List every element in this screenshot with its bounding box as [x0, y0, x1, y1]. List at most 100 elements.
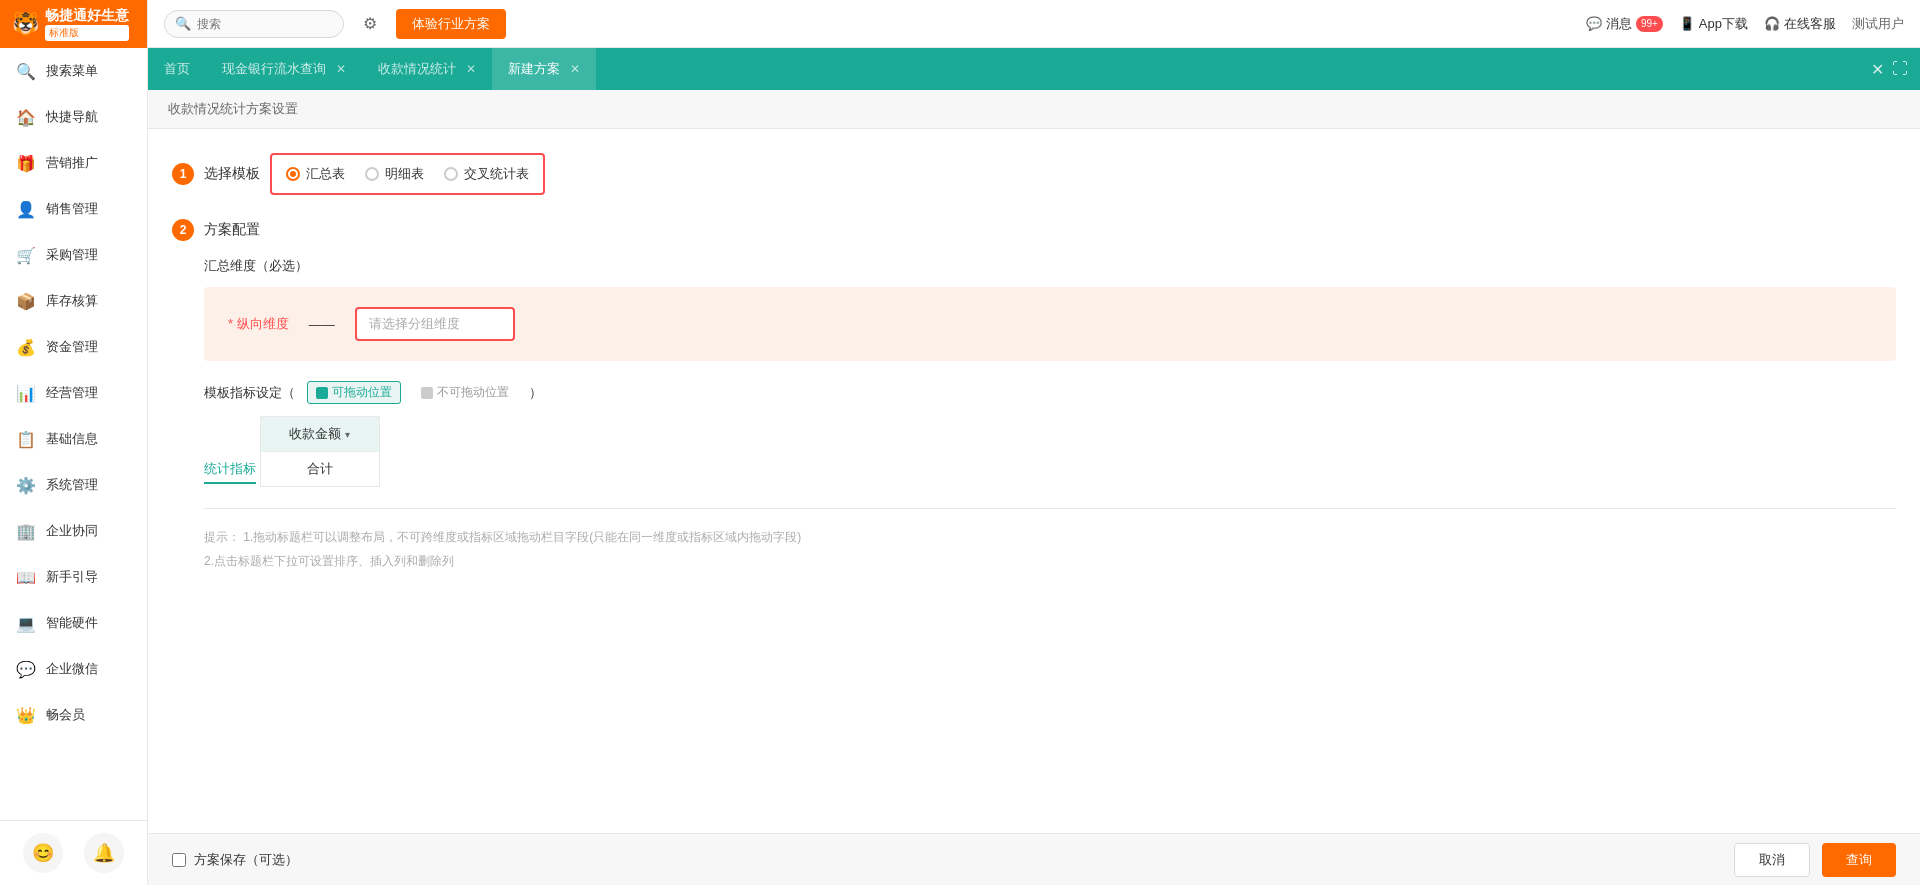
sidebar-logo: 🐯 畅捷通好生意 标准版	[0, 0, 147, 48]
dimension-select[interactable]: 请选择分组维度	[355, 307, 515, 341]
message-btn[interactable]: 💬 消息 99+	[1586, 15, 1663, 33]
sidebar-item-enterprise[interactable]: 🏢 企业协同	[0, 508, 147, 554]
step2-title: 方案配置	[204, 221, 260, 239]
username-label: 测试用户	[1852, 15, 1904, 33]
divider	[204, 508, 1896, 509]
search-input[interactable]	[197, 17, 327, 31]
money-icon: 💰	[16, 337, 36, 357]
content-area: 1 选择模板 汇总表 明细表 交叉统计表	[148, 129, 1920, 872]
main-content: 收款情况统计方案设置 1 选择模板 汇总表 明细表	[148, 90, 1920, 885]
sidebar-item-member[interactable]: 👑 畅会员	[0, 692, 147, 738]
save-checkbox[interactable]	[172, 853, 186, 867]
dimension-area: * 纵向维度 —— 请选择分组维度	[204, 287, 1896, 361]
gear-icon: ⚙️	[16, 475, 36, 495]
dimension-arrow: ——	[309, 317, 335, 332]
search-icon: 🔍	[175, 16, 191, 31]
dimension-select-placeholder: 请选择分组维度	[369, 315, 460, 333]
sidebar-logo-badge: 标准版	[45, 25, 129, 41]
step1-header: 1 选择模板 汇总表 明细表 交叉统计表	[172, 153, 1896, 195]
non-draggable-badge: 不可拖动位置	[413, 382, 517, 403]
header-right: 💬 消息 99+ 📱 App下载 🎧 在线客服 测试用户	[1586, 15, 1904, 33]
sidebar-item-quick-nav[interactable]: 🏠 快捷导航	[0, 94, 147, 140]
service-icon: 🎧	[1764, 16, 1780, 31]
radio-crosstab[interactable]: 交叉统计表	[444, 165, 529, 183]
sidebar-item-finance[interactable]: 💰 资金管理	[0, 324, 147, 370]
sidebar-logo-text: 畅捷通好生意	[45, 7, 129, 25]
sidebar-item-sales[interactable]: 👤 销售管理	[0, 186, 147, 232]
message-icon: 💬	[1586, 16, 1602, 31]
download-icon: 📱	[1679, 16, 1695, 31]
tabbar-right: ✕ ⛶	[1871, 60, 1920, 79]
metrics-cell-subtotal: 合计	[261, 452, 379, 486]
tab-close-new-plan[interactable]: ✕	[570, 62, 580, 76]
step1-section: 1 选择模板 汇总表 明细表 交叉统计表	[172, 153, 1896, 195]
sidebar-bottom-btn-2[interactable]: 🔔	[84, 833, 124, 873]
sidebar-item-marketing[interactable]: 🎁 营销推广	[0, 140, 147, 186]
sidebar-item-management[interactable]: 📊 经营管理	[0, 370, 147, 416]
save-label: 方案保存（可选）	[194, 851, 298, 869]
footer-left: 方案保存（可选）	[172, 851, 298, 869]
metrics-header: 模板指标设定（ 可拖动位置 不可拖动位置 ）	[204, 381, 1896, 404]
step1-title: 选择模板	[204, 165, 260, 183]
metrics-table: 收款金额 ▾ 合计	[260, 416, 380, 487]
maximize-btn[interactable]: ⛶	[1892, 60, 1908, 78]
online-service-btn[interactable]: 🎧 在线客服	[1764, 15, 1836, 33]
stats-label: 统计指标	[204, 460, 256, 484]
close-tab-btn[interactable]: ✕	[1871, 60, 1884, 79]
footer: 方案保存（可选） 取消 查询	[148, 833, 1920, 885]
sidebar: 🐯 畅捷通好生意 标准版 🔍 搜索菜单 🏠 快捷导航 🎁 营销推广 👤 销售管理…	[0, 0, 148, 885]
draggable-badge: 可拖动位置	[307, 381, 401, 404]
app-download-btn[interactable]: 📱 App下载	[1679, 15, 1748, 33]
tab-collection-stats[interactable]: 收款情况统计 ✕	[362, 48, 492, 90]
trial-btn[interactable]: 体验行业方案	[396, 9, 506, 39]
sidebar-item-guide[interactable]: 📖 新手引导	[0, 554, 147, 600]
tips-area: 提示： 1.拖动标题栏可以调整布局，不可跨维度或指标区域拖动栏目字段(只能在同一…	[204, 525, 1896, 573]
cancel-button[interactable]: 取消	[1734, 843, 1810, 877]
sidebar-item-search[interactable]: 🔍 搜索菜单	[0, 48, 147, 94]
gift-icon: 🎁	[16, 153, 36, 173]
message-badge: 99+	[1636, 16, 1663, 32]
query-button[interactable]: 查询	[1822, 843, 1896, 877]
step2-num: 2	[172, 219, 194, 241]
chevron-down-icon: ▾	[345, 429, 350, 440]
header: 🔍 ⚙ 体验行业方案 💬 消息 99+ 📱 App下载 🎧 在线客服 测试用户	[148, 0, 1920, 48]
user-icon: 👤	[16, 199, 36, 219]
chart-icon: 📊	[16, 383, 36, 403]
building-icon: 🏢	[16, 521, 36, 541]
radio-detail-circle[interactable]	[365, 167, 379, 181]
sidebar-item-hardware[interactable]: 💻 智能硬件	[0, 600, 147, 646]
sidebar-bottom-btn-1[interactable]: 😊	[23, 833, 63, 873]
sidebar-item-wechat[interactable]: 💬 企业微信	[0, 646, 147, 692]
tab-close-bank-flow[interactable]: ✕	[336, 62, 346, 76]
template-selector: 汇总表 明细表 交叉统计表	[270, 153, 545, 195]
step1-num: 1	[172, 163, 194, 185]
sidebar-item-system[interactable]: ⚙️ 系统管理	[0, 462, 147, 508]
footer-right: 取消 查询	[1734, 843, 1896, 877]
radio-summary[interactable]: 汇总表	[286, 165, 345, 183]
radio-detail[interactable]: 明细表	[365, 165, 424, 183]
tabbar: 首页 现金银行流水查询 ✕ 收款情况统计 ✕ 新建方案 ✕ ✕ ⛶	[148, 48, 1920, 90]
crown-icon: 👑	[16, 705, 36, 725]
metrics-cell-amount[interactable]: 收款金额 ▾	[261, 417, 379, 452]
sidebar-item-basic-info[interactable]: 📋 基础信息	[0, 416, 147, 462]
tab-close-collection-stats[interactable]: ✕	[466, 62, 476, 76]
dimension-required-label: * 纵向维度	[228, 315, 289, 333]
sidebar-item-inventory[interactable]: 📦 库存核算	[0, 278, 147, 324]
radio-crosstab-circle[interactable]	[444, 167, 458, 181]
sidebar-item-purchase[interactable]: 🛒 采购管理	[0, 232, 147, 278]
metrics-section: 模板指标设定（ 可拖动位置 不可拖动位置 ） 统计指标	[204, 381, 1896, 492]
header-search-box[interactable]: 🔍	[164, 10, 344, 38]
tab-home[interactable]: 首页	[148, 48, 206, 90]
tab-new-plan[interactable]: 新建方案 ✕	[492, 48, 596, 90]
settings-gear-icon[interactable]: ⚙	[356, 10, 384, 38]
step2-section: 2 方案配置 汇总维度（必选） * 纵向维度 —— 请选择分组维度	[172, 219, 1896, 573]
cart-icon: 🛒	[16, 245, 36, 265]
sidebar-bottom: 😊 🔔	[0, 820, 147, 885]
box-icon: 📦	[16, 291, 36, 311]
step2-header: 2 方案配置	[172, 219, 1896, 241]
dimension-section-label: 汇总维度（必选）	[204, 257, 1896, 275]
tab-bank-flow[interactable]: 现金银行流水查询 ✕	[206, 48, 362, 90]
search-menu-icon: 🔍	[16, 61, 36, 81]
clipboard-icon: 📋	[16, 429, 36, 449]
radio-summary-circle[interactable]	[286, 167, 300, 181]
